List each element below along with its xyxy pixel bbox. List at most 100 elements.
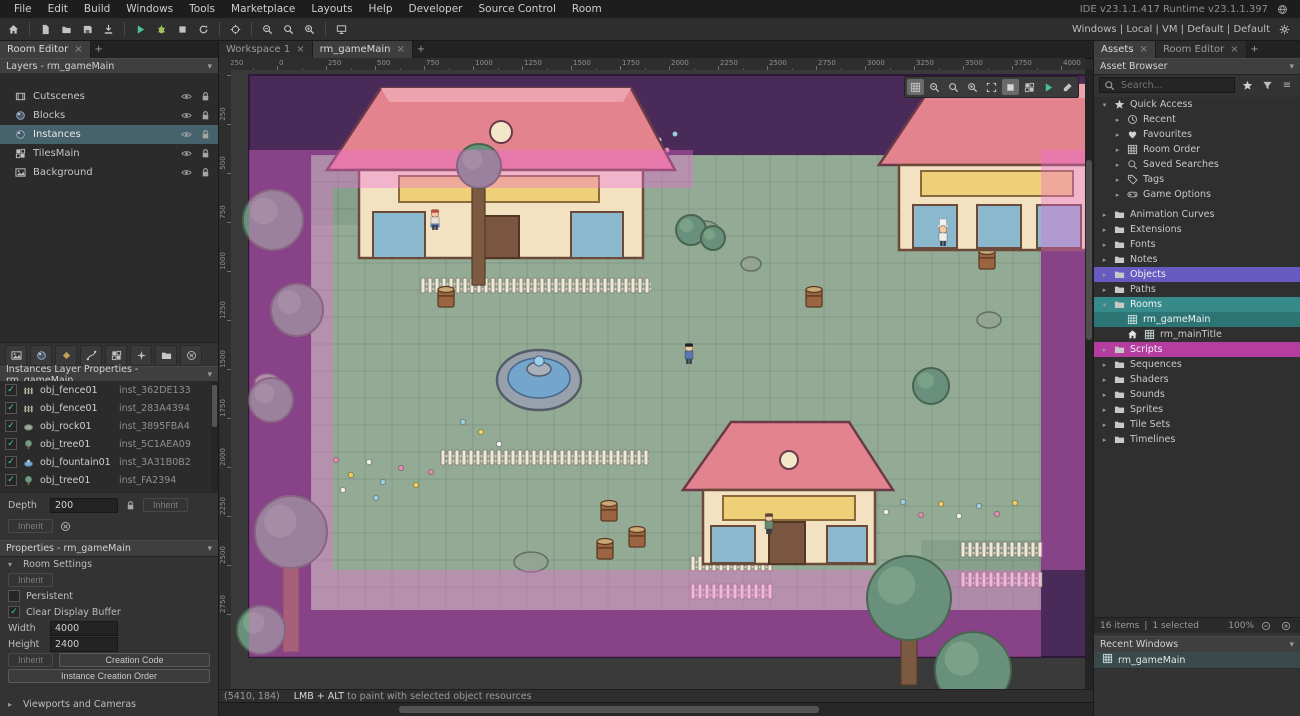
add-path-layer-button[interactable] bbox=[80, 345, 102, 366]
laptop-button[interactable] bbox=[332, 20, 351, 38]
tree-expander-icon[interactable]: ▸ bbox=[1100, 286, 1109, 294]
add-layer-folder-button[interactable] bbox=[155, 345, 177, 366]
add-tab-button[interactable]: + bbox=[91, 41, 107, 58]
asset-tree-item-tile-sets[interactable]: ▸Tile Sets bbox=[1094, 417, 1300, 432]
zoom-fit-button[interactable] bbox=[983, 79, 1000, 95]
instance-creation-order-button[interactable]: Instance Creation Order bbox=[8, 669, 210, 683]
home-button[interactable] bbox=[4, 20, 23, 38]
zoom-in-icon[interactable] bbox=[1278, 618, 1294, 634]
menu-tools[interactable]: Tools bbox=[181, 3, 223, 15]
zoom-out-icon[interactable] bbox=[1258, 618, 1274, 634]
asset-tree-item-sequences[interactable]: ▸Sequences bbox=[1094, 357, 1300, 372]
add-tile-layer-button[interactable] bbox=[105, 345, 127, 366]
instance-row[interactable]: ✓obj_tree01inst_FA2394 bbox=[0, 471, 218, 489]
asset-tree-item-shaders[interactable]: ▸Shaders bbox=[1094, 372, 1300, 387]
room-settings-title-row[interactable]: ▾ Room Settings bbox=[0, 556, 218, 572]
menu-build[interactable]: Build bbox=[76, 3, 118, 15]
asset-tree-item-rm_gamemain[interactable]: rm_gameMain bbox=[1094, 312, 1300, 327]
zoom-in-button[interactable] bbox=[964, 79, 981, 95]
tab-room-editor-right[interactable]: Room Editor × bbox=[1156, 41, 1247, 58]
asset-tree-item-room-order[interactable]: ▸Room Order bbox=[1094, 142, 1300, 157]
asset-tree-item-rm_maintitle[interactable]: rm_mainTitle bbox=[1094, 327, 1300, 342]
save-project-button[interactable] bbox=[78, 20, 97, 38]
close-icon[interactable]: × bbox=[1230, 45, 1238, 55]
tree-expander-icon[interactable]: ▸ bbox=[1100, 256, 1109, 264]
tree-expander-icon[interactable]: ▸ bbox=[1100, 361, 1109, 369]
tree-expander-icon[interactable]: ▸ bbox=[1100, 391, 1109, 399]
visibility-eye-icon[interactable] bbox=[180, 167, 193, 179]
viewports-section-header[interactable]: ▸ Viewports and Cameras bbox=[0, 696, 218, 712]
tree-expander-icon[interactable]: ▾ bbox=[1100, 101, 1109, 109]
persistent-checkbox[interactable] bbox=[8, 590, 20, 602]
clean-button[interactable] bbox=[194, 20, 213, 38]
lock-icon[interactable] bbox=[124, 499, 137, 511]
run-button[interactable] bbox=[131, 20, 150, 38]
tab-room-editor[interactable]: Room Editor × bbox=[0, 41, 91, 58]
layer-inherit-button[interactable]: Inherit bbox=[8, 519, 53, 533]
close-icon[interactable]: × bbox=[1140, 45, 1148, 55]
asset-tree-item-rooms[interactable]: ▾Rooms bbox=[1094, 297, 1300, 312]
new-project-button[interactable] bbox=[36, 20, 55, 38]
layer-row-background[interactable]: Background bbox=[0, 163, 218, 182]
visibility-eye-icon[interactable] bbox=[180, 148, 193, 160]
asset-tree-item-paths[interactable]: ▸Paths bbox=[1094, 282, 1300, 297]
lock-icon[interactable] bbox=[199, 110, 212, 122]
tree-expander-icon[interactable]: ▸ bbox=[1100, 226, 1109, 234]
lock-icon[interactable] bbox=[199, 91, 212, 103]
recent-windows-header[interactable]: Recent Windows ▾ bbox=[1094, 636, 1300, 653]
room-width-input[interactable] bbox=[50, 621, 118, 636]
tree-expander-icon[interactable]: ▸ bbox=[1100, 346, 1109, 354]
creation-code-button[interactable]: Creation Code bbox=[59, 653, 210, 667]
menu-file[interactable]: File bbox=[6, 3, 40, 15]
zoom-in-button[interactable] bbox=[300, 20, 319, 38]
tree-expander-icon[interactable]: ▸ bbox=[1113, 161, 1122, 169]
layer-row-cutscenes[interactable]: Cutscenes bbox=[0, 87, 218, 106]
tree-expander-icon[interactable]: ▸ bbox=[1113, 191, 1122, 199]
asset-tree-item-scripts[interactable]: ▸Scripts bbox=[1094, 342, 1300, 357]
menu-source-control[interactable]: Source Control bbox=[471, 3, 564, 15]
layer-row-blocks[interactable]: Blocks bbox=[0, 106, 218, 125]
tree-expander-icon[interactable]: ▸ bbox=[1113, 146, 1122, 154]
asset-tree-item-sounds[interactable]: ▸Sounds bbox=[1094, 387, 1300, 402]
depth-inherit-button[interactable]: Inherit bbox=[143, 498, 188, 512]
add-instance-layer-button[interactable] bbox=[30, 345, 52, 366]
target-button[interactable] bbox=[226, 20, 245, 38]
zoom-reset-button[interactable] bbox=[279, 20, 298, 38]
tree-expander-icon[interactable]: ▸ bbox=[1113, 176, 1122, 184]
close-icon[interactable]: × bbox=[397, 45, 405, 55]
tree-expander-icon[interactable]: ▸ bbox=[1100, 406, 1109, 414]
tree-expander-icon[interactable]: ▸ bbox=[1100, 421, 1109, 429]
asset-tree-item-animation-curves[interactable]: ▸Animation Curves bbox=[1094, 207, 1300, 222]
menu-help[interactable]: Help bbox=[361, 3, 401, 15]
depth-input[interactable] bbox=[50, 498, 118, 513]
room-inherit-button[interactable]: Inherit bbox=[8, 573, 53, 587]
instance-row[interactable]: ✓obj_rock01inst_3895FBA4 bbox=[0, 417, 218, 435]
target-manager-gear-icon[interactable] bbox=[1276, 21, 1292, 37]
instance-checkbox[interactable]: ✓ bbox=[5, 384, 17, 396]
asset-search-input[interactable] bbox=[1119, 79, 1230, 92]
menu-marketplace[interactable]: Marketplace bbox=[223, 3, 303, 15]
no-export-icon[interactable] bbox=[59, 520, 72, 532]
tree-expander-icon[interactable]: ▸ bbox=[1100, 436, 1109, 444]
paint-mode-button[interactable] bbox=[1059, 79, 1076, 95]
asset-tree-item-objects[interactable]: ▸Objects bbox=[1094, 267, 1300, 282]
lock-icon[interactable] bbox=[199, 129, 212, 141]
zoom-actual-button[interactable] bbox=[945, 79, 962, 95]
menu-layouts[interactable]: Layouts bbox=[303, 3, 360, 15]
instances-scrollbar[interactable] bbox=[211, 381, 218, 493]
add-background-layer-button[interactable] bbox=[5, 345, 27, 366]
tree-expander-icon[interactable]: ▸ bbox=[1100, 271, 1109, 279]
favourite-filter-icon[interactable] bbox=[1239, 77, 1255, 93]
globe-icon[interactable] bbox=[1274, 1, 1290, 17]
lock-icon[interactable] bbox=[199, 167, 212, 179]
add-asset-layer-button[interactable] bbox=[55, 345, 77, 366]
room-height-input[interactable] bbox=[50, 637, 118, 652]
tree-expander-icon[interactable]: ▸ bbox=[1100, 241, 1109, 249]
add-effect-layer-button[interactable] bbox=[130, 345, 152, 366]
expand-triangle-icon[interactable]: ▸ bbox=[8, 700, 17, 709]
layer-row-tilesmain[interactable]: TilesMain bbox=[0, 144, 218, 163]
instance-checkbox[interactable]: ✓ bbox=[5, 420, 17, 432]
asset-tree-item-extensions[interactable]: ▸Extensions bbox=[1094, 222, 1300, 237]
recent-window-item[interactable]: rm_gameMain bbox=[1094, 652, 1300, 669]
asset-tree-item-favourites[interactable]: ▸Favourites bbox=[1094, 127, 1300, 142]
